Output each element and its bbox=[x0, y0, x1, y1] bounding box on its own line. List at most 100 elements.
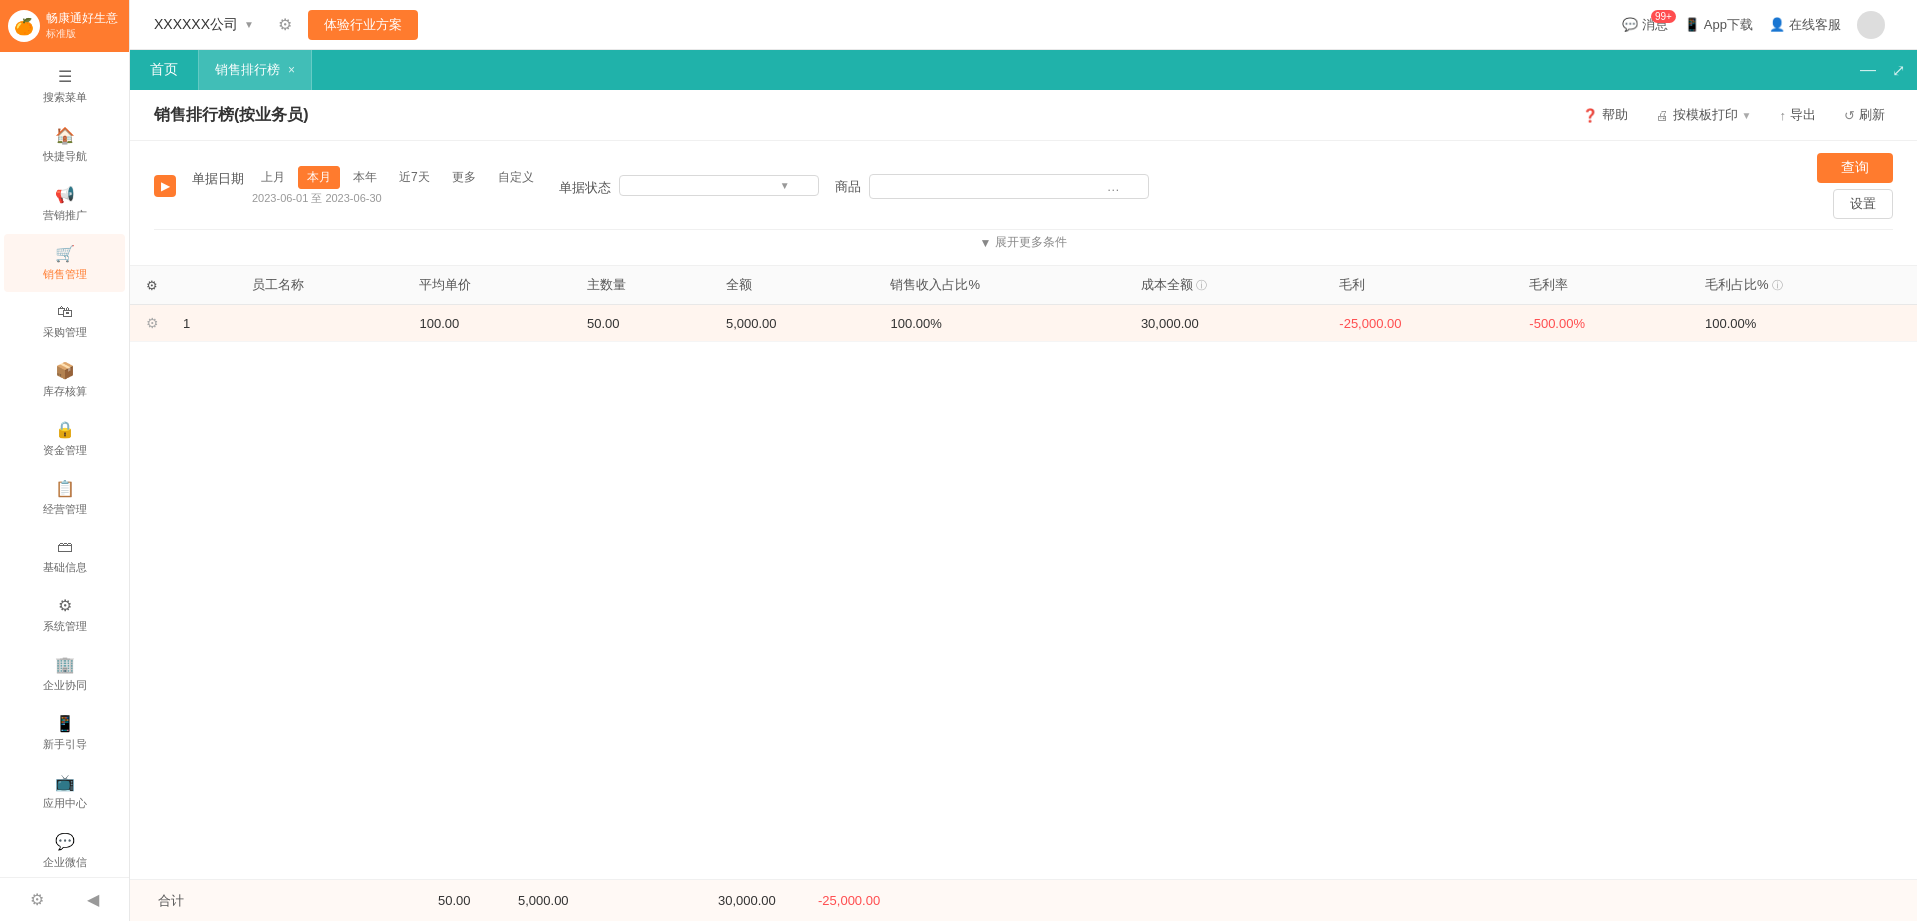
sidebar-item-marketing[interactable]: 📢 营销推广 bbox=[4, 175, 125, 233]
home-icon: 🏠 bbox=[55, 126, 75, 145]
status-select[interactable]: ▼ bbox=[619, 175, 819, 196]
content-area: 销售排行榜(按业务员) ❓ 帮助 🖨 按模板打印 ▼ ↑ 导出 ↺ 刷新 bbox=[130, 90, 1917, 921]
tab-close-icon[interactable]: × bbox=[288, 64, 295, 76]
date-btn-curr[interactable]: 本月 bbox=[298, 166, 340, 189]
col-header-profit-pct: 毛利占比% ⓘ bbox=[1693, 266, 1917, 305]
guide-icon: 📱 bbox=[55, 714, 75, 733]
goods-more-link[interactable]: … bbox=[1107, 179, 1120, 194]
enterprise-icon: 🏢 bbox=[55, 655, 75, 674]
tabbar-right: — ⤢ bbox=[1856, 57, 1917, 84]
sidebar-item-weixin[interactable]: 💬 企业微信 bbox=[4, 822, 125, 877]
sidebar-label-sales: 销售管理 bbox=[43, 267, 87, 282]
topbar-settings-icon[interactable]: ⚙ bbox=[274, 11, 296, 38]
print-icon: 🖨 bbox=[1656, 108, 1669, 123]
cost-info-icon[interactable]: ⓘ bbox=[1196, 278, 1207, 293]
footer-cost: 30,000.00 bbox=[706, 893, 806, 908]
app-download-btn[interactable]: 📱 App下载 bbox=[1684, 16, 1753, 34]
date-btn-week7[interactable]: 近7天 bbox=[390, 166, 439, 189]
status-select-arrow: ▼ bbox=[780, 180, 790, 191]
row-avg-price: 100.00 bbox=[407, 305, 575, 342]
sidebar-item-purchase[interactable]: 🛍 采购管理 bbox=[4, 293, 125, 350]
date-btn-more[interactable]: 更多 bbox=[443, 166, 485, 189]
tab-sales-ranking[interactable]: 销售排行榜 × bbox=[199, 50, 312, 90]
logo-text-block: 畅康通好生意 标准版 bbox=[46, 11, 118, 41]
refresh-icon: ↺ bbox=[1844, 108, 1855, 123]
sidebar-settings-icon[interactable]: ⚙ bbox=[26, 886, 48, 913]
sidebar-item-finance[interactable]: 🔒 资金管理 bbox=[4, 410, 125, 468]
sidebar-item-basic[interactable]: 🗃 基础信息 bbox=[4, 528, 125, 585]
goods-filter-label: 商品 bbox=[835, 174, 861, 196]
sidebar-item-inventory[interactable]: 📦 库存核算 bbox=[4, 351, 125, 409]
col-header-settings[interactable]: ⚙ bbox=[130, 266, 171, 305]
tab-home[interactable]: 首页 bbox=[130, 50, 199, 90]
online-icon: 👤 bbox=[1769, 17, 1785, 32]
sidebar-item-guide[interactable]: 📱 新手引导 bbox=[4, 704, 125, 762]
row-sales-pct: 100.00% bbox=[878, 305, 1128, 342]
print-arrow: ▼ bbox=[1742, 110, 1752, 121]
company-dropdown-arrow: ▼ bbox=[244, 19, 254, 30]
sidebar-label-inventory: 库存核算 bbox=[43, 384, 87, 399]
logo-sub: 标准版 bbox=[46, 27, 118, 41]
main: XXXXXX公司 ▼ ⚙ 体验行业方案 💬 消息 99+ 📱 App下载 👤 在… bbox=[130, 0, 1917, 921]
col-header-profit-rate: 毛利率 bbox=[1517, 266, 1693, 305]
tab-minimize-icon[interactable]: — bbox=[1856, 57, 1880, 83]
col-header-avg-price: 平均单价 bbox=[407, 266, 575, 305]
sidebar-nav: ☰ 搜索菜单 🏠 快捷导航 📢 营销推广 🛒 销售管理 🛍 采购管理 📦 库存核… bbox=[0, 52, 129, 877]
filter-item-date: 单据日期 上月 本月 本年 近7天 更多 自定义 2023-06-01 至 20… bbox=[192, 166, 543, 206]
sidebar-label-search: 搜索菜单 bbox=[43, 90, 87, 105]
date-range-buttons: 上月 本月 本年 近7天 更多 自定义 bbox=[252, 166, 543, 189]
sidebar-item-enterprise[interactable]: 🏢 企业协同 bbox=[4, 645, 125, 703]
sidebar-item-system[interactable]: ⚙ 系统管理 bbox=[4, 586, 125, 644]
row-settings: ⚙ bbox=[130, 305, 171, 342]
query-button[interactable]: 查询 bbox=[1817, 153, 1893, 183]
message-btn[interactable]: 💬 消息 99+ bbox=[1622, 16, 1668, 34]
sidebar-label-quicknav: 快捷导航 bbox=[43, 149, 87, 164]
sidebar-label-guide: 新手引导 bbox=[43, 737, 87, 752]
sidebar-item-quicknav[interactable]: 🏠 快捷导航 bbox=[4, 116, 125, 174]
col-header-amount: 全额 bbox=[714, 266, 879, 305]
tab-expand-icon[interactable]: ⤢ bbox=[1888, 57, 1909, 84]
app-label: App下载 bbox=[1704, 16, 1753, 34]
goods-select[interactable]: … bbox=[869, 174, 1149, 199]
col-cost-label: 成本全额 bbox=[1141, 276, 1193, 294]
sidebar-logo: 🍊 畅康通好生意 标准版 bbox=[0, 0, 129, 52]
avatar[interactable] bbox=[1857, 11, 1885, 39]
settings-button[interactable]: 设置 bbox=[1833, 189, 1893, 219]
print-btn[interactable]: 🖨 按模板打印 ▼ bbox=[1648, 102, 1760, 128]
company-selector[interactable]: XXXXXX公司 ▼ bbox=[146, 12, 262, 38]
sales-icon: 🛒 bbox=[55, 244, 75, 263]
sidebar-item-operation[interactable]: 📋 经营管理 bbox=[4, 469, 125, 527]
sidebar-item-sales[interactable]: 🛒 销售管理 bbox=[4, 234, 125, 292]
filter-toggle-icon[interactable]: ▶ bbox=[154, 175, 176, 197]
sidebar-label-weixin: 企业微信 bbox=[43, 855, 87, 870]
sidebar-label-system: 系统管理 bbox=[43, 619, 87, 634]
online-service-btn[interactable]: 👤 在线客服 bbox=[1769, 16, 1841, 34]
expand-toggle[interactable]: ▼ 展开更多条件 bbox=[154, 229, 1893, 253]
footer-label: 合计 bbox=[146, 892, 346, 910]
refresh-btn[interactable]: ↺ 刷新 bbox=[1836, 102, 1893, 128]
sidebar-item-search[interactable]: ☰ 搜索菜单 bbox=[4, 57, 125, 115]
date-btn-prev[interactable]: 上月 bbox=[252, 166, 294, 189]
online-label: 在线客服 bbox=[1789, 16, 1841, 34]
profit-pct-info-icon[interactable]: ⓘ bbox=[1772, 278, 1783, 293]
topbar: XXXXXX公司 ▼ ⚙ 体验行业方案 💬 消息 99+ 📱 App下载 👤 在… bbox=[130, 0, 1917, 50]
sidebar-item-appcenter[interactable]: 📺 应用中心 bbox=[4, 763, 125, 821]
row-amount: 5,000.00 bbox=[714, 305, 879, 342]
print-label: 按模板打印 bbox=[1673, 106, 1738, 124]
logo-text: 畅康通好生意 bbox=[46, 11, 118, 27]
status-filter-label: 单据状态 bbox=[559, 175, 611, 197]
export-btn[interactable]: ↑ 导出 bbox=[1772, 102, 1825, 128]
sidebar-label-appcenter: 应用中心 bbox=[43, 796, 87, 811]
sidebar-collapse-icon[interactable]: ◀ bbox=[83, 886, 103, 913]
help-btn[interactable]: ❓ 帮助 bbox=[1574, 102, 1636, 128]
page-title: 销售排行榜(按业务员) bbox=[154, 105, 309, 126]
date-btn-custom[interactable]: 自定义 bbox=[489, 166, 543, 189]
message-badge: 99+ bbox=[1651, 10, 1676, 23]
date-btn-year[interactable]: 本年 bbox=[344, 166, 386, 189]
trial-btn[interactable]: 体验行业方案 bbox=[308, 10, 418, 40]
col-header-name: 员工名称 bbox=[240, 266, 408, 305]
date-range-display: 2023-06-01 至 2023-06-30 bbox=[252, 191, 543, 206]
system-icon: ⚙ bbox=[58, 596, 72, 615]
col-header-rank bbox=[171, 266, 240, 305]
home-tab-label: 首页 bbox=[150, 61, 178, 79]
